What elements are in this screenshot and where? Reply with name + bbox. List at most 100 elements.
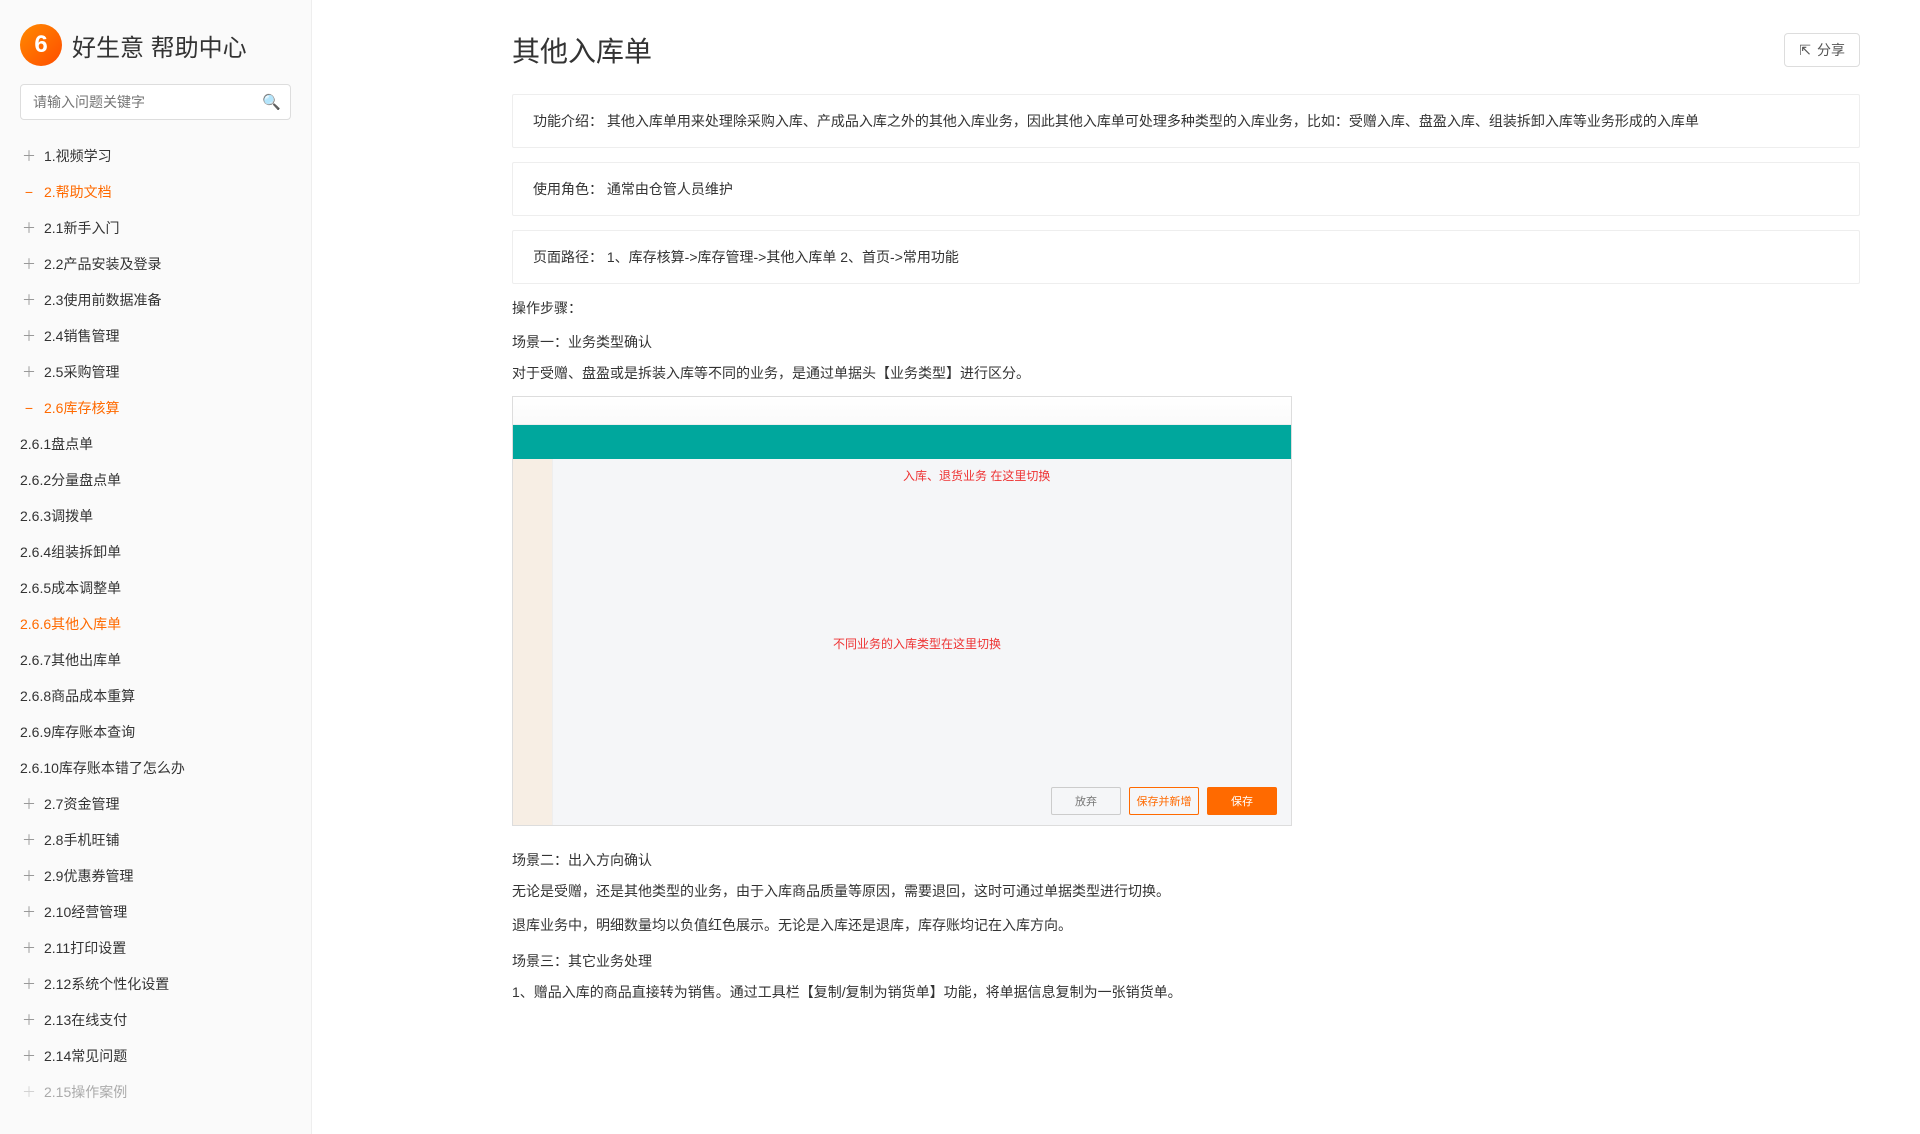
nav-label: 2.6库存核算 [44,398,119,418]
screenshot-save-new-button: 保存并新增 [1129,787,1199,815]
nav-label: 2.6.1盘点单 [20,434,93,454]
nav-label: 2.9优惠券管理 [44,866,133,886]
plus-icon: ＋ [20,975,38,993]
nav-2-7[interactable]: ＋2.7资金管理 [20,786,291,822]
nav-label: 2.6.6其他入库单 [20,614,121,634]
nav-2-2[interactable]: ＋ 2.2产品安装及登录 [20,246,291,282]
nav-label: 2.帮助文档 [44,182,112,202]
screenshot-image: 入库、退货业务 在这里切换 不同业务的入库类型在这里切换 放弃 保存并新增 保存 [512,396,1292,826]
search-box: 🔍 [20,84,291,120]
scene1-text: 对于受赠、盘盈或是拆装入库等不同的业务，是通过单据头【业务类型】进行区分。 [512,362,1860,386]
nav-2-15[interactable]: ＋ 2.15操作案例 [20,1074,291,1110]
plus-icon: ＋ [20,327,38,345]
brand-logo: 6 [20,24,62,66]
nav-label: 2.5采购管理 [44,362,119,382]
plus-icon: ＋ [20,1083,38,1101]
plus-icon: ＋ [20,867,38,885]
role-text: 通常由仓管人员维护 [607,181,733,197]
nav-2-9[interactable]: ＋ 2.9优惠券管理 [20,858,291,894]
steps-label: 操作步骤： [512,298,1860,318]
nav-label: 2.6.4组装拆卸单 [20,542,121,562]
share-label: 分享 [1817,40,1845,60]
path-label: 页面路径： [533,249,603,265]
nav-label: 2.11打印设置 [44,938,126,958]
scene2-line2: 退库业务中，明细数量均以负值红色展示。无论是入库还是退库，库存账均记在入库方向。 [512,914,1860,938]
screenshot-save-button: 保存 [1207,787,1277,815]
role-label: 使用角色： [533,181,603,197]
nav-2-12[interactable]: ＋ 2.12系统个性化设置 [20,966,291,1002]
nav-label: 2.13在线支付 [44,1010,127,1030]
nav-2-8[interactable]: ＋2.8手机旺铺 [20,822,291,858]
nav-2-3[interactable]: ＋2.3使用前数据准备 [20,282,291,318]
nav-label: 2.6.9库存账本查询 [20,722,135,742]
nav-2-6-4[interactable]: 2.6.4组装拆卸单 [20,534,291,570]
nav-label: 2.2产品安装及登录 [44,254,161,274]
share-button[interactable]: ⇱ 分享 [1784,33,1860,67]
annotation-1: 入库、退货业务 在这里切换 [903,467,1050,484]
nav-2-6-1[interactable]: 2.6.1盘点单 [20,426,291,462]
nav-label: 2.12系统个性化设置 [44,974,169,994]
nav-label: 1.视频学习 [44,146,112,166]
scene3-title: 场景三：其它业务处理 [512,951,1860,971]
plus-icon: ＋ [20,903,38,921]
role-box: 使用角色： 通常由仓管人员维护 [512,162,1860,216]
nav-2-6[interactable]: −2.6库存核算 [20,390,291,426]
nav-2-4[interactable]: ＋ 2.4销售管理 [20,318,291,354]
plus-icon: ＋ [20,363,38,381]
nav-label: 2.7资金管理 [44,794,119,814]
nav-2-6-2[interactable]: 2.6.2分量盘点单 [20,462,291,498]
nav-label: 2.14常见问题 [44,1046,127,1066]
nav-list: ＋1.视频学习 −2.帮助文档 ＋2.1新手入门 ＋2.2产品安装及登录 ＋2.… [20,138,291,1110]
nav-2-5[interactable]: ＋ 2.5采购管理 [20,354,291,390]
screenshot-cancel-button: 放弃 [1051,787,1121,815]
nav-2-6-10[interactable]: 2.6.10库存账本错了怎么办 [20,750,291,786]
nav-label: 2.15操作案例 [44,1082,127,1102]
nav-help[interactable]: −2.帮助文档 [20,174,291,210]
brand-title: 好生意 帮助中心 [72,28,247,63]
page-title: 其他入库单 [512,30,652,70]
search-icon[interactable]: 🔍 [262,93,281,111]
nav-2-6-3[interactable]: 2.6.3调拨单 [20,498,291,534]
scene3-line1: 1、赠品入库的商品直接转为销售。通过工具栏【复制/复制为销货单】功能，将单据信息… [512,981,1860,1005]
nav-2-6-6[interactable]: 2.6.6其他入库单 [20,606,291,642]
scene1-title: 场景一：业务类型确认 [512,332,1860,352]
path-text: 1、库存核算->库存管理->其他入库单 2、首页->常用功能 [607,249,959,265]
plus-icon: ＋ [20,939,38,957]
share-icon: ⇱ [1799,42,1811,59]
annotation-2: 不同业务的入库类型在这里切换 [833,635,1001,652]
nav-2-6-9[interactable]: 2.6.9库存账本查询 [20,714,291,750]
plus-icon: ＋ [20,255,38,273]
intro-box: 功能介绍： 其他入库单用来处理除采购入库、产成品入库之外的其他入库业务，因此其他… [512,94,1860,148]
nav-label: 2.6.5成本调整单 [20,578,121,598]
nav-label: 2.6.3调拨单 [20,506,93,526]
nav-2-10[interactable]: ＋ 2.10经营管理 [20,894,291,930]
nav-2-14[interactable]: ＋ 2.14常见问题 [20,1038,291,1074]
nav-label: 2.10经营管理 [44,902,127,922]
intro-label: 功能介绍： [533,113,603,129]
sidebar: 6 好生意 帮助中心 🔍 ＋1.视频学习 −2.帮助文档 ＋2.1新手入门 ＋2… [0,0,312,1134]
nav-label: 2.6.10库存账本错了怎么办 [20,758,185,778]
nav-2-6-5[interactable]: 2.6.5成本调整单 [20,570,291,606]
nav-label: 2.4销售管理 [44,326,119,346]
nav-2-13[interactable]: ＋2.13在线支付 [20,1002,291,1038]
nav-label: 2.8手机旺铺 [44,830,119,850]
nav-label: 2.1新手入门 [44,218,119,238]
minus-icon: − [20,183,38,201]
nav-label: 2.6.2分量盘点单 [20,470,121,490]
nav-video[interactable]: ＋1.视频学习 [20,138,291,174]
nav-2-6-7[interactable]: 2.6.7其他出库单 [20,642,291,678]
nav-2-6-8[interactable]: 2.6.8商品成本重算 [20,678,291,714]
main-content: 其他入库单 ⇱ 分享 功能介绍： 其他入库单用来处理除采购入库、产成品入库之外的… [312,0,1920,1134]
nav-label: 2.6.7其他出库单 [20,650,121,670]
nav-2-1[interactable]: ＋ 2.1新手入门 [20,210,291,246]
scene2-title: 场景二：出入方向确认 [512,850,1860,870]
minus-icon: − [20,399,38,417]
plus-icon: ＋ [20,219,38,237]
plus-icon: ＋ [20,1047,38,1065]
nav-2-11[interactable]: ＋ 2.11打印设置 [20,930,291,966]
nav-label: 2.3使用前数据准备 [44,290,161,310]
intro-text: 其他入库单用来处理除采购入库、产成品入库之外的其他入库业务，因此其他入库单可处理… [607,113,1699,129]
page-header: 其他入库单 ⇱ 分享 [512,30,1860,70]
nav-label: 2.6.8商品成本重算 [20,686,135,706]
search-input[interactable] [20,84,291,120]
